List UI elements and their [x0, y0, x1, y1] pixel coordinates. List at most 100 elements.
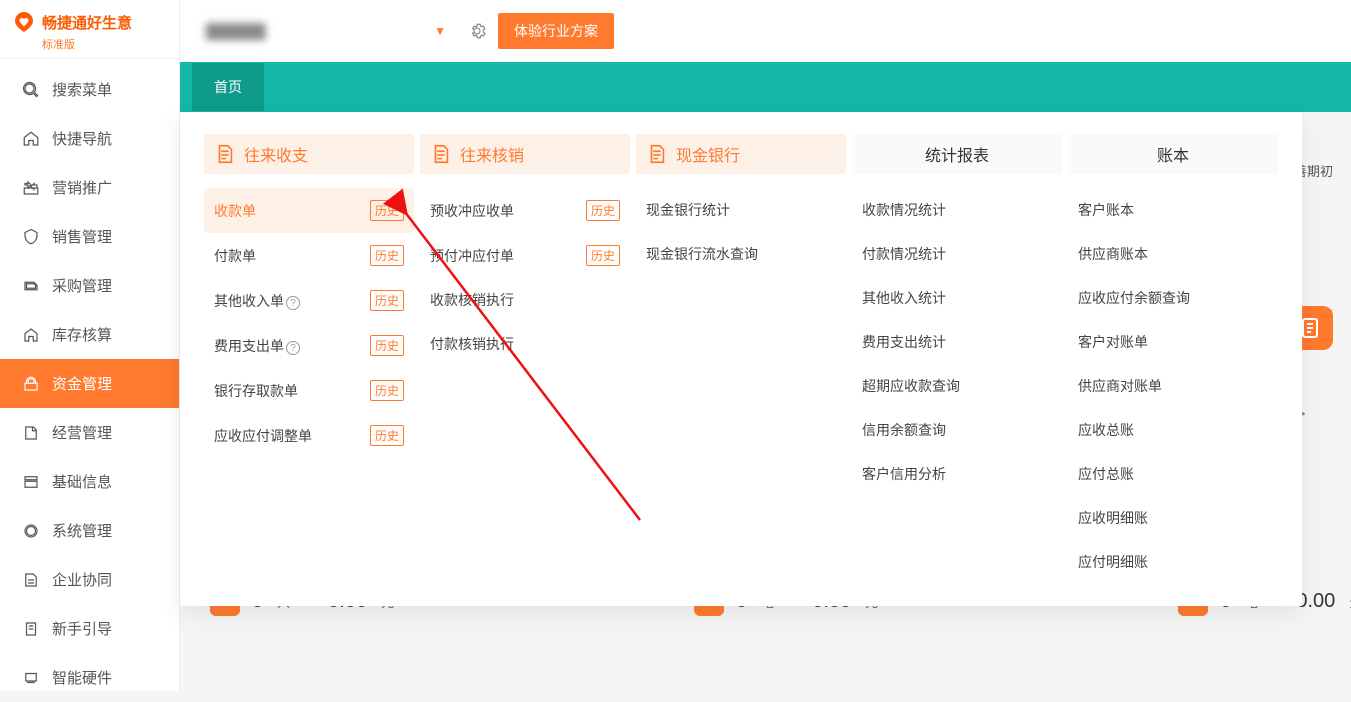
flyout-item-0-1[interactable]: 付款单历史 [204, 233, 414, 278]
flyout-item-label: 现金银行统计 [646, 200, 730, 220]
flyout-item-label: 应付明细账 [1078, 552, 1148, 572]
sidebar-item-6[interactable]: 资金管理 [0, 359, 179, 408]
sidebar-item-10[interactable]: 企业协同 [0, 555, 179, 604]
experience-plan-button[interactable]: 体验行业方案 [498, 13, 614, 49]
flyout-item-3-5[interactable]: 信用余额查询 [852, 408, 1062, 452]
org-name: ██████ [206, 23, 266, 39]
chevron-down-icon: ▼ [434, 24, 446, 38]
sidebar-item-label: 企业协同 [52, 569, 112, 590]
flyout-item-label: 超期应收款查询 [862, 376, 960, 396]
flyout-item-label: 其他收入单? [214, 291, 300, 311]
flyout-item-4-1[interactable]: 供应商账本 [1068, 232, 1278, 276]
flyout-item-label: 费用支出单? [214, 336, 300, 356]
flyout-col-head-1: 往来核销 [420, 134, 630, 174]
flyout-item-0-0[interactable]: 收款单 历史 [204, 188, 414, 233]
flyout-item-label: 客户账本 [1078, 200, 1134, 220]
nav-icon-3 [22, 228, 40, 246]
sidebar-item-label: 销售管理 [52, 226, 112, 247]
flyout-item-4-2[interactable]: 应收应付余额查询 [1068, 276, 1278, 320]
flyout-item-4-5[interactable]: 应收总账 [1068, 408, 1278, 452]
flyout-item-4-6[interactable]: 应付总账 [1068, 452, 1278, 496]
sidebar: 畅捷通好生意 标准版 搜索菜单快捷导航营销推广销售管理采购管理库存核算资金管理经… [0, 0, 180, 691]
history-badge[interactable]: 历史 [370, 245, 404, 266]
history-badge[interactable]: 历史 [586, 245, 620, 266]
tab-home[interactable]: 首页 [192, 63, 264, 111]
flyout-item-3-2[interactable]: 其他收入统计 [852, 276, 1062, 320]
flyout-item-label: 客户对账单 [1078, 332, 1148, 352]
brand-name: 畅捷通好生意 [42, 12, 132, 33]
flyout-item-3-0[interactable]: 收款情况统计 [852, 188, 1062, 232]
sidebar-item-label: 智能硬件 [52, 667, 112, 688]
flyout-item-label: 付款情况统计 [862, 244, 946, 264]
flyout-item-label: 应收明细账 [1078, 508, 1148, 528]
logo: 畅捷通好生意 标准版 [0, 0, 179, 59]
sidebar-item-11[interactable]: 新手引导 [0, 604, 179, 653]
nav-icon-0 [22, 81, 40, 99]
nav-icon-1 [22, 130, 40, 148]
sidebar-item-label: 新手引导 [52, 618, 112, 639]
flyout-col-head-4: 账本 [1068, 134, 1278, 174]
history-badge[interactable]: 历史 [370, 290, 404, 311]
flyout-item-0-5[interactable]: 应收应付调整单 历史 [204, 413, 414, 458]
history-badge[interactable]: 历史 [370, 380, 404, 401]
flyout-item-0-4[interactable]: 银行存取款单历史 [204, 368, 414, 413]
flyout-item-3-3[interactable]: 费用支出统计 [852, 320, 1062, 364]
nav-icon-12 [22, 669, 40, 687]
sidebar-nav: 搜索菜单快捷导航营销推广销售管理采购管理库存核算资金管理经营管理基础信息系统管理… [0, 59, 179, 702]
flyout-item-2-1[interactable]: 现金银行流水查询 [636, 232, 846, 276]
flyout-item-label: 费用支出统计 [862, 332, 946, 352]
sidebar-item-8[interactable]: 基础信息 [0, 457, 179, 506]
org-selector[interactable]: ██████ ▼ [196, 15, 456, 47]
megamenu-flyout: 往来收支收款单历史付款单历史其他收入单?历史费用支出单?历史银行存取款单历史应收… [180, 112, 1302, 606]
sidebar-item-label: 基础信息 [52, 471, 112, 492]
sidebar-item-4[interactable]: 采购管理 [0, 261, 179, 310]
sidebar-item-0[interactable]: 搜索菜单 [0, 65, 179, 114]
gear-icon[interactable] [468, 22, 486, 40]
flyout-item-label: 收款情况统计 [862, 200, 946, 220]
sidebar-item-3[interactable]: 销售管理 [0, 212, 179, 261]
history-badge[interactable]: 历史 [370, 425, 404, 446]
flyout-item-1-2[interactable]: 收款核销执行 [420, 278, 630, 322]
flyout-item-1-3[interactable]: 付款核销执行 [420, 322, 630, 366]
flyout-item-2-0[interactable]: 现金银行统计 [636, 188, 846, 232]
nav-icon-4 [22, 277, 40, 295]
flyout-item-0-3[interactable]: 费用支出单? 历史 [204, 323, 414, 368]
flyout-item-0-2[interactable]: 其他收入单? 历史 [204, 278, 414, 323]
sidebar-item-12[interactable]: 智能硬件 [0, 653, 179, 702]
nav-icon-8 [22, 473, 40, 491]
tab-bar: 首页 [180, 62, 1351, 112]
flyout-item-4-0[interactable]: 客户账本 [1068, 188, 1278, 232]
nav-icon-9 [22, 522, 40, 540]
flyout-item-4-4[interactable]: 供应商对账单 [1068, 364, 1278, 408]
sidebar-item-label: 采购管理 [52, 275, 112, 296]
flyout-col-head-2: 现金银行 [636, 134, 846, 174]
topbar: ██████ ▼ 体验行业方案 [180, 0, 1351, 62]
flyout-item-4-7[interactable]: 应收明细账 [1068, 496, 1278, 540]
flyout-item-label: 应收应付调整单 [214, 426, 312, 446]
sidebar-item-2[interactable]: 营销推广 [0, 163, 179, 212]
flyout-item-4-8[interactable]: 应付明细账 [1068, 540, 1278, 584]
flyout-item-3-4[interactable]: 超期应收款查询 [852, 364, 1062, 408]
flyout-item-3-6[interactable]: 客户信用分析 [852, 452, 1062, 496]
sidebar-item-7[interactable]: 经营管理 [0, 408, 179, 457]
sidebar-item-1[interactable]: 快捷导航 [0, 114, 179, 163]
history-badge[interactable]: 历史 [586, 200, 620, 221]
sidebar-item-label: 资金管理 [52, 373, 112, 394]
flyout-item-label: 供应商账本 [1078, 244, 1148, 264]
nav-icon-10 [22, 571, 40, 589]
flyout-item-4-3[interactable]: 客户对账单 [1068, 320, 1278, 364]
flyout-col-head-0: 往来收支 [204, 134, 414, 174]
sidebar-item-9[interactable]: 系统管理 [0, 506, 179, 555]
history-badge[interactable]: 历史 [370, 335, 404, 356]
flyout-item-label: 收款单 [214, 201, 256, 221]
sidebar-item-label: 营销推广 [52, 177, 112, 198]
flyout-item-1-0[interactable]: 预收冲应收单历史 [420, 188, 630, 233]
flyout-item-label: 现金银行流水查询 [646, 244, 758, 264]
sidebar-item-5[interactable]: 库存核算 [0, 310, 179, 359]
flyout-item-3-1[interactable]: 付款情况统计 [852, 232, 1062, 276]
help-icon[interactable]: ? [286, 341, 300, 355]
help-icon[interactable]: ? [286, 296, 300, 310]
flyout-col-head-3: 统计报表 [852, 134, 1062, 174]
history-badge[interactable]: 历史 [370, 200, 404, 221]
flyout-item-1-1[interactable]: 预付冲应付单历史 [420, 233, 630, 278]
